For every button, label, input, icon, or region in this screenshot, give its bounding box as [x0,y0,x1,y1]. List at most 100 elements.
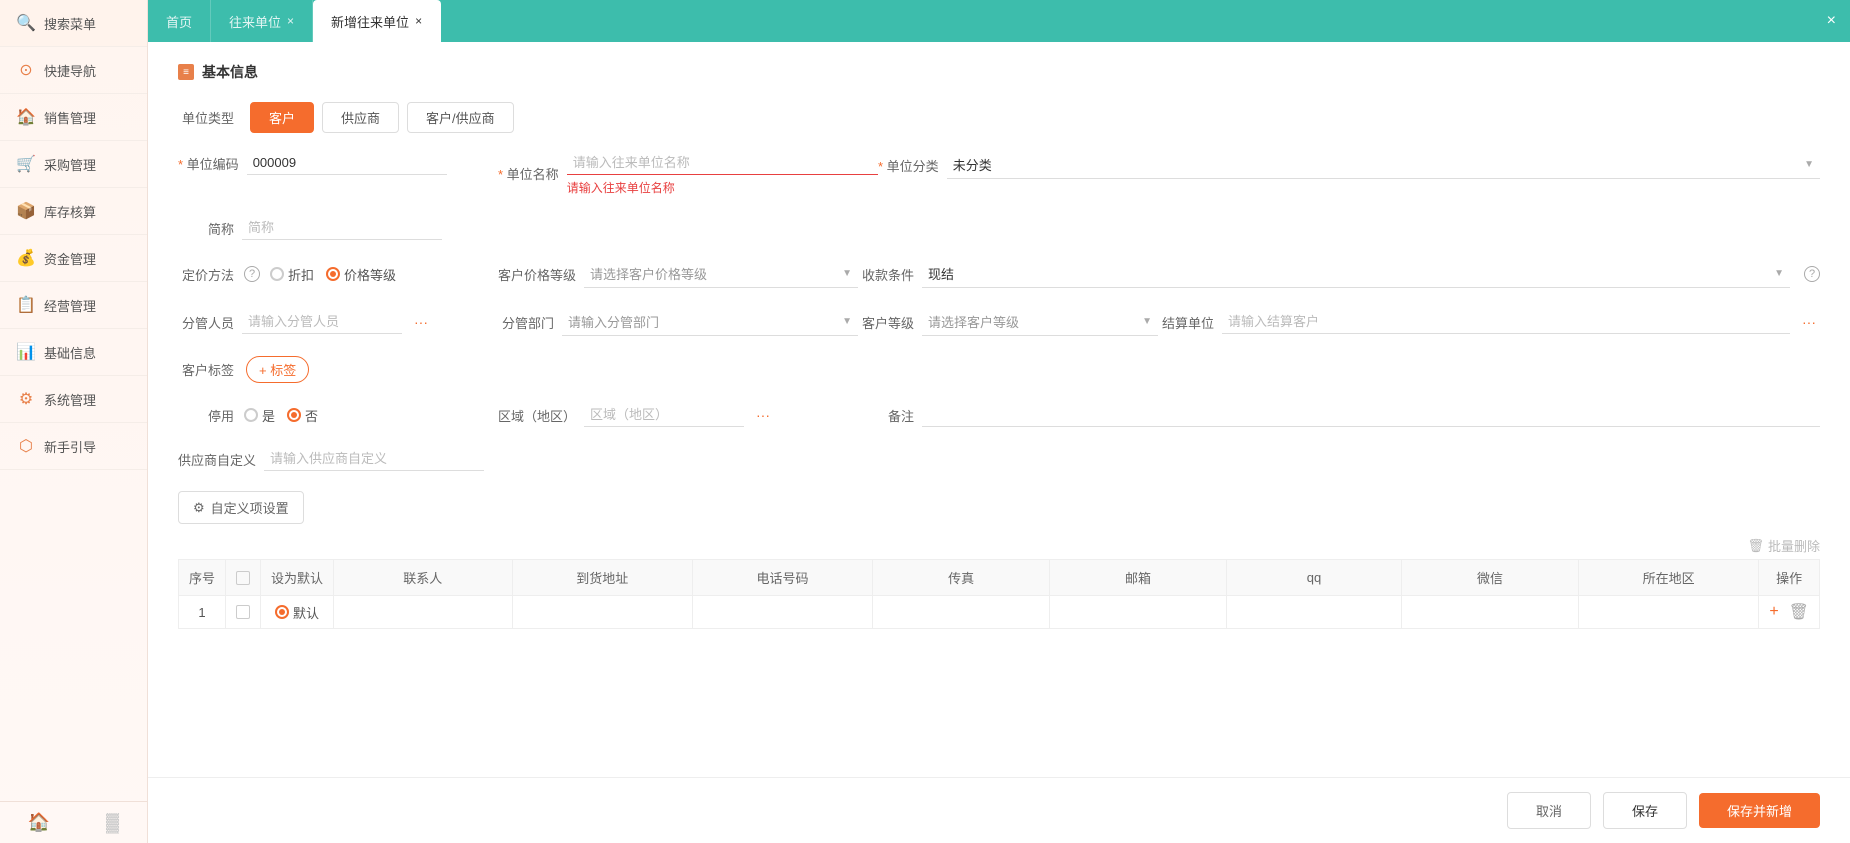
region-input[interactable] [584,403,744,427]
row-checkbox[interactable] [236,605,250,619]
delete-row-btn[interactable]: 🗑 [1789,602,1809,622]
pricing-discount-radio[interactable]: 折扣 [270,265,314,284]
phone-input[interactable] [703,605,862,620]
customer-level-select[interactable]: 请选择客户等级 ▼ [922,308,1158,336]
tab-partners-close[interactable]: × [287,15,294,27]
add-row-btn[interactable]: + [1769,603,1778,621]
sidebar-item-purchase[interactable]: 🛒 采购管理 [0,141,147,188]
col-address: 到货地址 [512,560,692,596]
section-title: 基本信息 [202,62,258,82]
sidebar-item-search[interactable]: 🔍 搜索菜单 [0,0,147,47]
remark-input[interactable] [922,403,1820,427]
email-input[interactable] [1060,605,1216,620]
settlement-unit-input[interactable] [1222,310,1790,334]
tab-partners-label: 往来单位 [229,12,281,31]
chevron-down-icon-5: ▼ [1142,316,1152,327]
region-label: 区域（地区） [498,406,576,425]
pricing-radio-group: 折扣 价格等级 [270,265,396,284]
payment-terms-label: 收款条件 [858,265,914,284]
customer-tag-label: 客户标签 [178,360,234,379]
address-input[interactable] [523,605,682,620]
contact-input[interactable] [344,605,502,620]
disabled-no-circle [287,408,301,422]
close-all-button[interactable]: × [1827,13,1836,29]
select-all-checkbox[interactable] [236,571,250,585]
add-tag-button[interactable]: + 标签 [246,356,309,383]
batch-delete-label[interactable]: 批量删除 [1768,536,1820,555]
unit-code-input[interactable] [247,151,447,175]
cancel-button[interactable]: 取消 [1507,792,1591,829]
default-label: 默认 [293,603,319,622]
abbr-input[interactable] [242,216,442,240]
save-button[interactable]: 保存 [1603,792,1687,829]
wechat-input[interactable] [1412,605,1568,620]
manager-more-btn[interactable]: ··· [410,314,432,330]
settlement-unit-more-btn[interactable]: ··· [1798,314,1820,330]
sidebar-item-newbie[interactable]: ⬡ 新手引导 [0,423,147,470]
sidebar-item-operations[interactable]: 📋 经营管理 [0,282,147,329]
fax-input[interactable] [883,605,1039,620]
customer-level-placeholder: 请选择客户等级 [928,312,1138,331]
cell-phone[interactable] [692,596,872,629]
customer-price-level-select[interactable]: 请选择客户价格等级 ▼ [584,260,858,288]
supplier-custom-label: 供应商自定义 [178,450,256,469]
manager-input[interactable] [242,310,402,334]
sidebar-item-inventory[interactable]: 📦 库存核算 [0,188,147,235]
disabled-yes-radio[interactable]: 是 [244,406,275,425]
cell-wechat[interactable] [1402,596,1579,629]
sales-icon: 🏠 [16,107,36,127]
pricing-discount-radio-circle [270,267,284,281]
payment-terms-help-icon[interactable]: ? [1804,266,1820,282]
qq-input[interactable] [1237,605,1391,620]
disabled-no-radio[interactable]: 否 [287,406,318,425]
cell-region[interactable] [1578,596,1758,629]
unit-type-both-btn[interactable]: 客户/供应商 [407,102,514,133]
unit-type-row: 单位类型 客户 供应商 客户/供应商 [178,102,1820,133]
disabled-label: 停用 [178,406,234,425]
sidebar-item-quicknav[interactable]: ⊙ 快捷导航 [0,47,147,94]
sidebar-home-btn[interactable]: 🏠 [28,812,50,833]
tab-home-label: 首页 [166,12,192,31]
unit-type-supplier-btn[interactable]: 供应商 [322,102,399,133]
pricing-help-icon[interactable]: ? [244,266,260,282]
cell-email[interactable] [1050,596,1227,629]
pricing-level-radio[interactable]: 价格等级 [326,265,396,284]
sidebar-item-label: 库存核算 [44,202,96,221]
trash-icon: 🗑 [1747,538,1764,554]
region-input-table[interactable] [1589,605,1748,620]
unit-type-label: 单位类型 [178,108,234,127]
custom-settings-button[interactable]: ⚙ 自定义项设置 [178,491,304,524]
sidebar-more-btn[interactable]: ▓ [106,812,119,833]
sidebar-item-label: 搜索菜单 [44,14,96,33]
supplier-custom-input[interactable] [264,447,484,471]
col-action: 操作 [1759,560,1820,596]
cell-contact[interactable] [334,596,513,629]
cell-qq[interactable] [1226,596,1401,629]
sidebar-item-sales[interactable]: 🏠 销售管理 [0,94,147,141]
region-more-btn[interactable]: ··· [752,407,774,423]
department-select[interactable]: 请输入分管部门 ▼ [562,308,858,336]
unit-category-select[interactable]: 未分类 ▼ [947,151,1820,179]
gear-icon: ⚙ [193,500,205,516]
tab-new-partner[interactable]: 新增往来单位 × [313,0,441,42]
tab-new-partner-close[interactable]: × [415,15,422,27]
sidebar-item-basic[interactable]: 📊 基础信息 [0,329,147,376]
unit-name-input[interactable] [567,151,878,175]
col-seq: 序号 [179,560,226,596]
tab-home[interactable]: 首页 [158,0,211,42]
department-label: 分管部门 [498,313,554,332]
cell-address[interactable] [512,596,692,629]
sidebar-item-finance[interactable]: 💰 资金管理 [0,235,147,282]
unit-name-error: 请输入往来单位名称 [567,179,878,196]
default-radio[interactable]: 默认 [271,603,323,622]
abbr-label: 简称 [178,219,234,238]
unit-type-customer-btn[interactable]: 客户 [250,102,314,133]
save-new-button[interactable]: 保存并新增 [1699,793,1820,828]
tab-partners[interactable]: 往来单位 × [211,0,313,42]
payment-terms-select[interactable]: 现结 ▼ [922,260,1790,288]
cell-fax[interactable] [873,596,1050,629]
system-icon: ⚙ [16,389,36,409]
cell-seq: 1 [179,596,226,629]
section-icon [178,64,194,80]
sidebar-item-system[interactable]: ⚙ 系统管理 [0,376,147,423]
